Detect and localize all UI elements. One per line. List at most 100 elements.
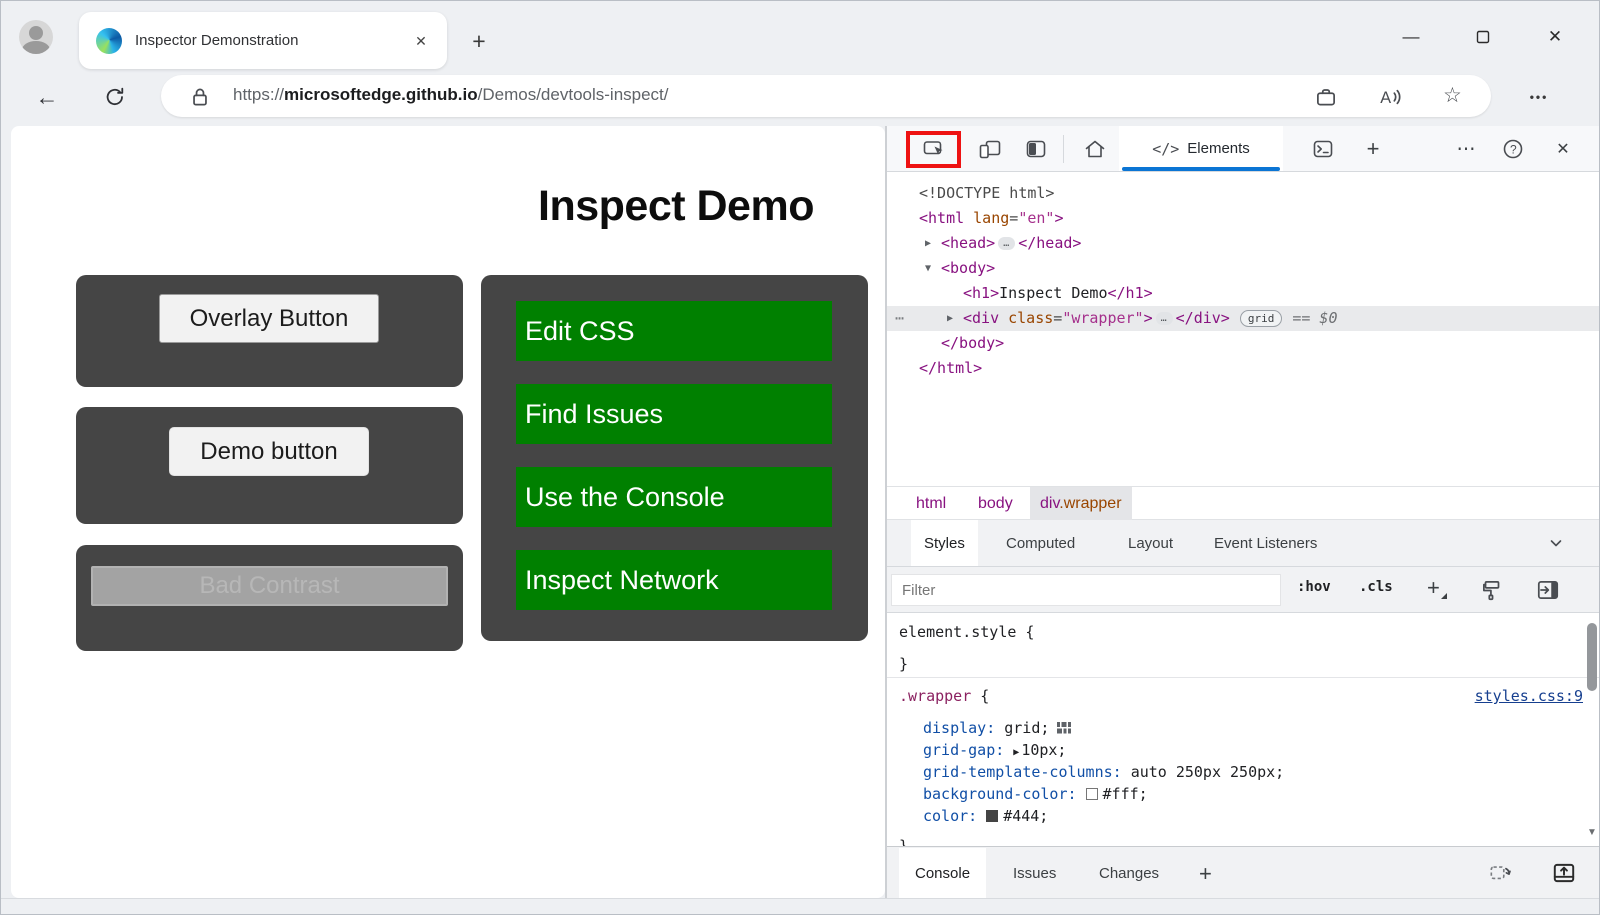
green-buttons-box: Edit CSS Find Issues Use the Console Ins… bbox=[481, 275, 868, 641]
window-minimize-button[interactable]: — bbox=[1391, 21, 1431, 53]
url-domain: microsoftedge.github.io bbox=[284, 85, 478, 104]
dom-row-body-open[interactable]: ▼<body> bbox=[887, 256, 1599, 281]
expand-arrow-icon[interactable]: ▶ bbox=[1013, 747, 1019, 758]
undock-drawer-icon[interactable] bbox=[1487, 860, 1513, 886]
devtools-help-icon[interactable]: ? bbox=[1501, 137, 1525, 161]
breadcrumb-body[interactable]: body bbox=[968, 487, 1023, 520]
tab-elements[interactable]: </> Elements bbox=[1119, 126, 1283, 171]
expand-drawer-icon[interactable] bbox=[1551, 860, 1577, 886]
breadcrumb-div-wrapper[interactable]: div.wrapper bbox=[1030, 487, 1132, 520]
styles-pane: element.style{ } .wrapper{ styles.css:9 … bbox=[887, 613, 1599, 846]
inline-style-close: } bbox=[899, 653, 908, 675]
browser-window: Inspector Demonstration ✕ + — ✕ ← https:… bbox=[0, 0, 1600, 915]
back-button[interactable]: ← bbox=[29, 79, 65, 115]
demo-button[interactable]: Demo button bbox=[169, 427, 369, 476]
chevron-down-icon[interactable] bbox=[1547, 534, 1565, 552]
element-classes-button[interactable]: .cls bbox=[1359, 579, 1393, 595]
device-emulation-icon[interactable] bbox=[978, 137, 1002, 161]
window-bottom-edge bbox=[1, 898, 1600, 915]
add-panel-button[interactable]: + bbox=[1359, 136, 1387, 162]
drawer-tab-changes[interactable]: Changes bbox=[1083, 848, 1175, 898]
refresh-button[interactable] bbox=[97, 79, 133, 115]
css-prop-grid-gap[interactable]: grid-gap:▶10px; bbox=[923, 739, 1066, 761]
inspect-element-icon[interactable] bbox=[922, 137, 946, 161]
inspect-network-button[interactable]: Inspect Network bbox=[516, 550, 832, 610]
dom-row-body-close[interactable]: </body> bbox=[887, 331, 1599, 356]
stylesheet-link[interactable]: styles.css:9 bbox=[1475, 685, 1583, 707]
overlay-button-box: Overlay Button bbox=[76, 275, 463, 387]
tab-title: Inspector Demonstration bbox=[135, 32, 298, 49]
read-aloud-icon[interactable]: A bbox=[1377, 84, 1403, 110]
scroll-down-arrow[interactable]: ▼ bbox=[1585, 826, 1599, 840]
head-ellipsis-button[interactable]: … bbox=[998, 237, 1015, 250]
styles-filter-input[interactable] bbox=[891, 574, 1281, 606]
css-prop-color[interactable]: color:#444; bbox=[923, 805, 1048, 827]
tab-styles[interactable]: Styles bbox=[911, 520, 978, 566]
show-sidebar-icon[interactable] bbox=[1535, 577, 1561, 603]
devtools-drawer: Console Issues Changes + bbox=[887, 846, 1599, 898]
console-panel-icon[interactable] bbox=[1311, 137, 1335, 161]
window-maximize-button[interactable] bbox=[1463, 21, 1503, 53]
new-style-rule-button[interactable]: + bbox=[1427, 575, 1440, 601]
dom-row-doctype[interactable]: <!DOCTYPE html> bbox=[887, 181, 1599, 206]
dom-row-div-wrapper-selected[interactable]: ⋯▶<divclass="wrapper">…</div>grid== $0 bbox=[887, 306, 1599, 331]
css-prop-background-color[interactable]: background-color:#fff; bbox=[923, 783, 1148, 805]
toolbar-separator bbox=[1063, 135, 1064, 163]
color-swatch-dark[interactable] bbox=[986, 810, 998, 822]
paint-brush-icon[interactable] bbox=[1479, 577, 1505, 603]
bad-contrast-button[interactable]: Bad Contrast bbox=[91, 566, 448, 606]
row-more-button[interactable]: ⋯ bbox=[895, 306, 905, 331]
url-text[interactable]: https://microsoftedge.github.io/Demos/de… bbox=[233, 85, 669, 105]
dock-side-icon[interactable] bbox=[1024, 137, 1048, 161]
browser-tab[interactable]: Inspector Demonstration ✕ bbox=[79, 12, 447, 69]
favorites-star-icon[interactable]: ☆ bbox=[1443, 84, 1469, 110]
active-tab-underline bbox=[1122, 167, 1280, 171]
find-issues-button[interactable]: Find Issues bbox=[516, 384, 832, 444]
scrollbar-thumb[interactable] bbox=[1587, 623, 1597, 691]
grid-editor-icon[interactable] bbox=[1056, 721, 1072, 735]
browser-menu-button[interactable]: ••• bbox=[1517, 83, 1561, 111]
tab-layout[interactable]: Layout bbox=[1115, 520, 1186, 566]
breadcrumb-html[interactable]: html bbox=[906, 487, 956, 520]
tab-computed[interactable]: Computed bbox=[993, 520, 1088, 566]
drawer-tab-issues[interactable]: Issues bbox=[997, 848, 1072, 898]
tab-event-listeners[interactable]: Event Listeners bbox=[1201, 520, 1330, 566]
div-ellipsis-button[interactable]: … bbox=[1156, 312, 1173, 325]
wrapper-rule-selector[interactable]: .wrapper{ bbox=[899, 685, 989, 707]
grid-badge[interactable]: grid bbox=[1240, 310, 1283, 327]
new-tab-button[interactable]: + bbox=[463, 25, 495, 57]
css-prop-display[interactable]: display:grid; bbox=[923, 717, 1072, 739]
dom-row-h1[interactable]: <h1>Inspect Demo</h1> bbox=[887, 281, 1599, 306]
use-the-console-button[interactable]: Use the Console bbox=[516, 467, 832, 527]
url-path: /Demos/devtools-inspect/ bbox=[478, 85, 669, 104]
dom-row-html-close[interactable]: </html> bbox=[887, 356, 1599, 381]
edit-css-button[interactable]: Edit CSS bbox=[516, 301, 832, 361]
home-icon[interactable] bbox=[1083, 137, 1107, 161]
dom-row-html-open[interactable]: <htmllang="en"> bbox=[887, 206, 1599, 231]
inline-style-rule[interactable]: element.style{ bbox=[899, 621, 1034, 643]
address-bar[interactable]: https://microsoftedge.github.io/Demos/de… bbox=[161, 75, 1491, 117]
expand-arrow-icon[interactable]: ▶ bbox=[925, 231, 931, 256]
toggle-hover-state-button[interactable]: :hov bbox=[1297, 579, 1331, 595]
tab-close-button[interactable]: ✕ bbox=[409, 29, 433, 53]
window-content: Inspect Demo Overlay Button Demo button … bbox=[1, 121, 1600, 898]
profile-avatar[interactable] bbox=[19, 20, 53, 54]
collapse-arrow-icon[interactable]: ▼ bbox=[925, 256, 931, 281]
lock-icon[interactable] bbox=[187, 84, 213, 110]
color-swatch-white[interactable] bbox=[1086, 788, 1098, 800]
window-close-button[interactable]: ✕ bbox=[1535, 21, 1575, 53]
demo-button-box: Demo button bbox=[76, 407, 463, 524]
overlay-button[interactable]: Overlay Button bbox=[159, 294, 379, 343]
devtools-close-button[interactable]: ✕ bbox=[1549, 136, 1577, 162]
expand-arrow-icon[interactable]: ▶ bbox=[947, 306, 953, 331]
drawer-add-tab-button[interactable]: + bbox=[1183, 848, 1228, 898]
css-prop-grid-template-columns[interactable]: grid-template-columns:auto 250px 250px; bbox=[923, 761, 1284, 783]
code-icon: </> bbox=[1152, 140, 1179, 158]
wrapper-rule-close: } bbox=[899, 835, 908, 846]
dom-row-head[interactable]: ▶<head>…</head> bbox=[887, 231, 1599, 256]
url-scheme: https:// bbox=[233, 85, 284, 104]
drawer-tab-console[interactable]: Console bbox=[899, 848, 986, 898]
breadcrumb: html body div.wrapper bbox=[887, 487, 1599, 520]
collections-icon[interactable] bbox=[1313, 84, 1339, 110]
devtools-more-button[interactable]: ⋯ bbox=[1452, 136, 1480, 162]
